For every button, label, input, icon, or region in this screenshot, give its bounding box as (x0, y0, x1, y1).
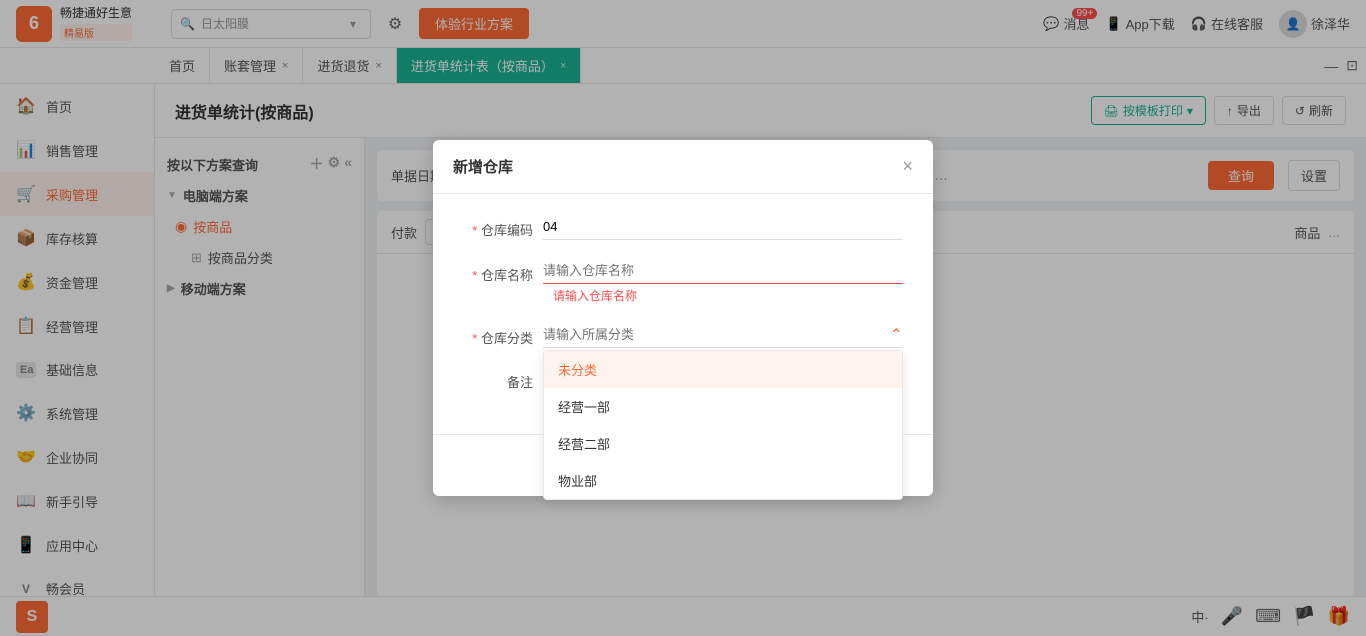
warehouse-name-input[interactable] (543, 258, 903, 284)
form-row-name: * 仓库名称 请输入仓库名称 (463, 258, 903, 304)
name-label: * 仓库名称 (463, 259, 543, 284)
name-error-msg: 请输入仓库名称 (463, 287, 637, 304)
dialog-title: 新增仓库 (453, 156, 513, 177)
code-label: * 仓库编码 (463, 214, 543, 239)
category-input[interactable] (543, 322, 903, 348)
dialog-header: 新增仓库 × (433, 140, 933, 194)
category-arrow-icon[interactable]: ⌃ (890, 325, 903, 345)
warehouse-code-input[interactable] (543, 214, 903, 240)
category-dropdown: 未分类 经营一部 经营二部 物业部 (543, 350, 903, 500)
notes-label: 备注 (463, 366, 543, 391)
category-select-wrapper: ⌃ 未分类 经营一部 经营二部 物业部 (543, 322, 903, 348)
dialog-overlay: 新增仓库 × * 仓库编码 * 仓库名称 (0, 0, 1366, 636)
dialog-close-button[interactable]: × (902, 156, 913, 177)
dropdown-item-dept1[interactable]: 经营一部 (544, 388, 902, 425)
warehouse-dialog: 新增仓库 × * 仓库编码 * 仓库名称 (433, 140, 933, 496)
category-label: * 仓库分类 (463, 322, 543, 347)
dropdown-item-property[interactable]: 物业部 (544, 462, 902, 499)
form-row-category: * 仓库分类 ⌃ 未分类 经营一部 经营二部 物业部 (463, 322, 903, 348)
form-row-code: * 仓库编码 (463, 214, 903, 240)
dialog-body: * 仓库编码 * 仓库名称 请输入仓库名称 * (433, 194, 933, 434)
dropdown-item-dept2[interactable]: 经营二部 (544, 425, 902, 462)
dropdown-item-unclassified[interactable]: 未分类 (544, 351, 902, 388)
